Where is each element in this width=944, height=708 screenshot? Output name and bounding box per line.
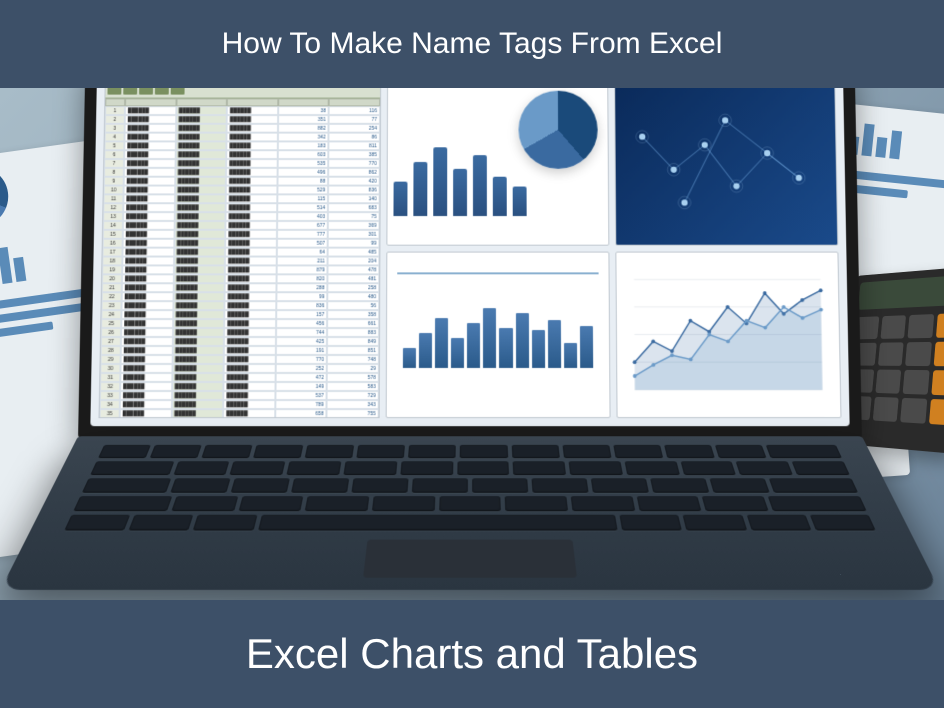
laptop-screen-bezel: 1██████████████████381162███████████████… [78,88,862,438]
spreadsheet-toolbar [105,88,380,98]
laptop-trackpad [363,540,577,578]
pie-chart-icon [518,91,598,169]
laptop-keyboard [0,436,939,590]
pie-mini-icon [0,163,12,231]
laptop-screen: 1██████████████████381162███████████████… [90,88,849,426]
spreadsheet-grid: 1██████████████████381162███████████████… [99,98,380,418]
dashboard-grid [386,88,842,418]
panel-network [614,88,838,246]
header-bar: How To Make Name Tags From Excel [0,0,944,88]
network-chart-icon [621,89,831,239]
panel-line-area [615,252,841,419]
footer-bar: Excel Charts and Tables [0,600,944,708]
hero-illustration: 1██████████████████381162███████████████… [0,88,944,600]
laptop: 1██████████████████381162███████████████… [74,88,865,600]
header-title: How To Make Name Tags From Excel [222,27,723,61]
footer-title: Excel Charts and Tables [246,630,698,678]
spreadsheet-panel: 1██████████████████381162███████████████… [99,88,382,418]
line-chart-icon [622,259,834,412]
calculator-display [858,275,944,310]
panel-bar-pie [386,88,609,246]
bar-chart [393,298,603,368]
panel-mini-bars [386,252,611,419]
